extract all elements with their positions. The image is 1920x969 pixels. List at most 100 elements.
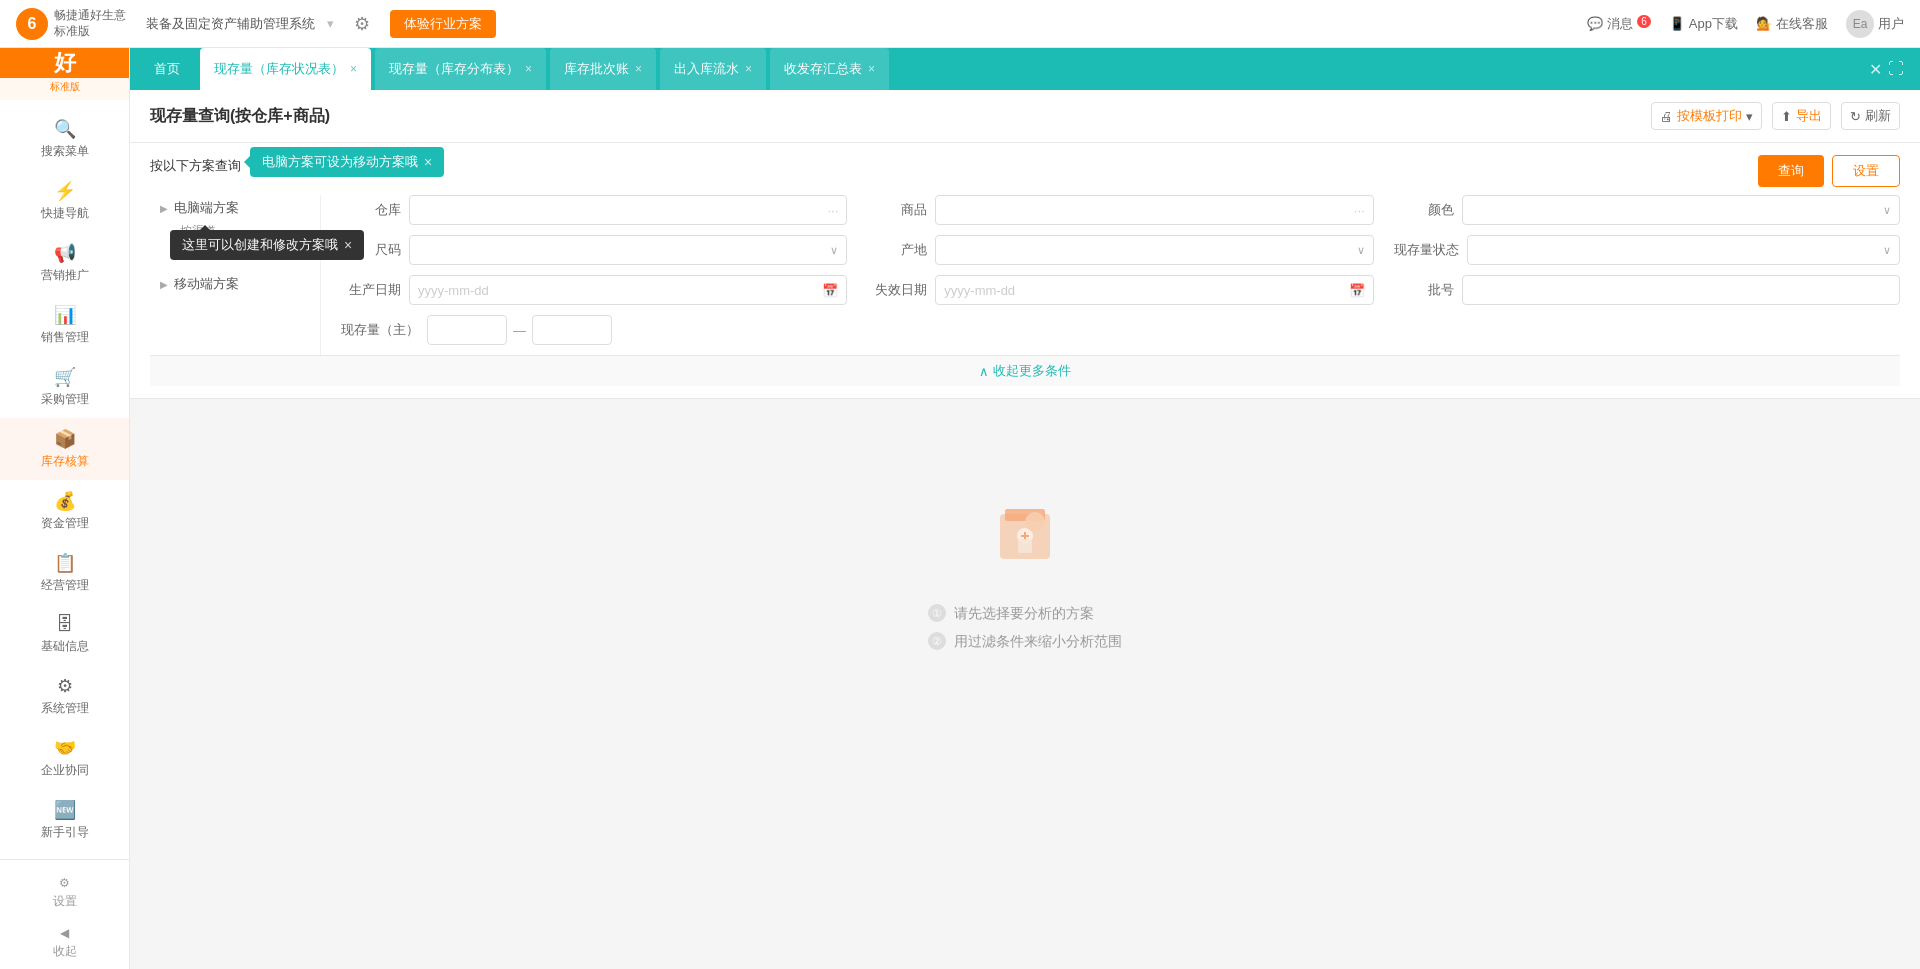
tab-home[interactable]: 首页	[138, 48, 196, 90]
stock-main-max[interactable]	[532, 315, 612, 345]
tooltip-pc-mobile: 电脑方案可设为移动方案哦 ×	[250, 147, 444, 177]
scheme-pc-arrow: ▶	[160, 203, 168, 214]
stock-status-select[interactable]: ∨	[1467, 235, 1900, 265]
stock-status-field: 现存量状态 ∨	[1394, 235, 1900, 265]
origin-select[interactable]: ∨	[935, 235, 1373, 265]
origin-select-arrow: ∨	[1357, 244, 1365, 257]
sidebar-item-nav[interactable]: ⚡ 快捷导航	[0, 170, 129, 232]
print-arrow-icon: ▾	[1746, 109, 1753, 124]
sidebar-item-inventory[interactable]: 📦 库存核算	[0, 418, 129, 480]
scheme-mobile-item[interactable]: ▶ 移动端方案	[160, 271, 320, 297]
nav-icon: ⚡	[54, 180, 76, 202]
logo-text: 畅捷通好生意 标准版	[54, 8, 126, 39]
color-field: 颜色 ∨	[1394, 195, 1900, 225]
produce-date-icon[interactable]: 📅	[822, 283, 838, 298]
tab-inout[interactable]: 出入库流水 ×	[660, 48, 766, 90]
print-btn[interactable]: 🖨 按模板打印 ▾	[1651, 102, 1762, 130]
sales-icon: 📊	[54, 304, 76, 326]
empty-step2: ② 用过滤条件来缩小分析范围	[928, 627, 1122, 655]
sidebar-item-business[interactable]: 📋 经营管理	[0, 542, 129, 604]
sidebar-item-guide[interactable]: 🆕 新手引导	[0, 789, 129, 851]
filter-label: 按以下方案查询	[150, 157, 241, 175]
purchase-icon: 🛒	[54, 366, 76, 388]
color-select-arrow: ∨	[1883, 204, 1891, 217]
expire-date-input[interactable]: yyyy-mm-dd 📅	[935, 275, 1373, 305]
tab-close-stock-status[interactable]: ×	[350, 62, 357, 76]
tab-close-inout[interactable]: ×	[745, 62, 752, 76]
message-btn[interactable]: 💬 消息 6	[1587, 15, 1651, 33]
query-btn[interactable]: 查询	[1758, 155, 1824, 187]
stock-status-select-arrow: ∨	[1883, 244, 1891, 257]
refresh-btn[interactable]: ↻ 刷新	[1841, 102, 1900, 130]
guide-icon: 🆕	[54, 799, 76, 821]
sidebar-item-collab[interactable]: 🤝 企业协同	[0, 727, 129, 789]
product-input[interactable]	[944, 203, 1353, 218]
tab-maximize-btn[interactable]: ⛶	[1888, 60, 1904, 78]
scheme-pc-item[interactable]: ▶ 电脑端方案	[160, 195, 320, 221]
origin-field: 产地 ∨	[867, 235, 1373, 265]
produce-date-input[interactable]: yyyy-mm-dd 📅	[409, 275, 847, 305]
user-avatar: Ea	[1846, 10, 1874, 38]
settings-btn[interactable]: ⚙	[346, 9, 378, 39]
sidebar-item-purchase[interactable]: 🛒 采购管理	[0, 356, 129, 418]
export-icon: ⬆	[1781, 109, 1792, 124]
collapse-icon: ◀	[60, 926, 69, 940]
stock-main-range: —	[427, 315, 612, 345]
warehouse-field: 仓库 ···	[341, 195, 847, 225]
sidebar-item-basic[interactable]: 🗄 基础信息	[0, 604, 129, 665]
app-download-btn[interactable]: 📱 App下载	[1669, 15, 1738, 33]
business-icon: 📋	[54, 552, 76, 574]
sidebar-logo: 好	[0, 48, 129, 78]
reset-btn[interactable]: 设置	[1832, 155, 1900, 187]
size-select-arrow: ∨	[830, 244, 838, 257]
batch-field: 批号	[1394, 275, 1900, 305]
logo-icon: 6	[16, 8, 48, 40]
color-select[interactable]: ∨	[1462, 195, 1900, 225]
size-field: 尺码 ∨	[341, 235, 847, 265]
sidebar-collapse-btn[interactable]: ◀ 收起	[0, 918, 129, 968]
sidebar-item-search[interactable]: 🔍 搜索菜单	[0, 108, 129, 170]
collapse-arrow-icon: ∧	[979, 364, 989, 379]
batch-input[interactable]	[1462, 275, 1900, 305]
tooltip1-close-btn[interactable]: ×	[424, 154, 432, 170]
sidebar-item-marketing[interactable]: 📢 营销推广	[0, 232, 129, 294]
svg-rect-6	[1018, 539, 1032, 553]
collab-icon: 🤝	[54, 737, 76, 759]
marketing-icon: 📢	[54, 242, 76, 264]
logo-area: 6 畅捷通好生意 标准版	[16, 8, 126, 40]
online-support-btn[interactable]: 💁 在线客服	[1756, 15, 1828, 33]
page-title: 现存量查询(按仓库+商品)	[150, 106, 330, 127]
expire-date-icon[interactable]: 📅	[1349, 283, 1365, 298]
warehouse-more-btn[interactable]: ···	[827, 203, 838, 218]
product-field: 商品 ···	[867, 195, 1373, 225]
industry-btn[interactable]: 体验行业方案	[390, 10, 496, 38]
sidebar-item-finance[interactable]: 💰 资金管理	[0, 480, 129, 542]
tab-stock-status[interactable]: 现存量（库存状况表） ×	[200, 48, 371, 90]
tab-close-batch[interactable]: ×	[635, 62, 642, 76]
search-icon: 🔍	[54, 118, 76, 140]
tab-close-summary[interactable]: ×	[868, 62, 875, 76]
system-title: 装备及固定资产辅助管理系统	[146, 15, 315, 33]
svg-point-5	[1025, 512, 1045, 532]
print-icon: 🖨	[1660, 109, 1673, 124]
tooltip2-close-btn[interactable]: ×	[344, 237, 352, 253]
warehouse-input[interactable]	[418, 203, 827, 218]
collapse-filter-btn[interactable]: ∧ 收起更多条件	[150, 355, 1900, 386]
tab-batch[interactable]: 库存批次账 ×	[550, 48, 656, 90]
empty-illustration	[980, 484, 1070, 574]
tab-stock-dist[interactable]: 现存量（库存分布表） ×	[375, 48, 546, 90]
tab-summary[interactable]: 收发存汇总表 ×	[770, 48, 889, 90]
user-area[interactable]: Ea 用户	[1846, 10, 1904, 38]
stock-main-min[interactable]	[427, 315, 507, 345]
sidebar-settings-btn[interactable]: ⚙ 设置	[0, 868, 129, 918]
product-more-btn[interactable]: ···	[1354, 203, 1365, 218]
sidebar-item-sales[interactable]: 📊 销售管理	[0, 294, 129, 356]
sidebar-item-system[interactable]: ⚙ 系统管理	[0, 665, 129, 727]
system-icon: ⚙	[57, 675, 73, 697]
scheme-mobile-arrow: ▶	[160, 279, 168, 290]
size-select[interactable]: ∨	[409, 235, 847, 265]
page-header: 现存量查询(按仓库+商品) 🖨 按模板打印 ▾ ⬆ 导出 ↻	[130, 90, 1920, 143]
tab-close-stock-dist[interactable]: ×	[525, 62, 532, 76]
tab-close-all-btn[interactable]: ✕	[1869, 60, 1882, 79]
export-btn[interactable]: ⬆ 导出	[1772, 102, 1831, 130]
